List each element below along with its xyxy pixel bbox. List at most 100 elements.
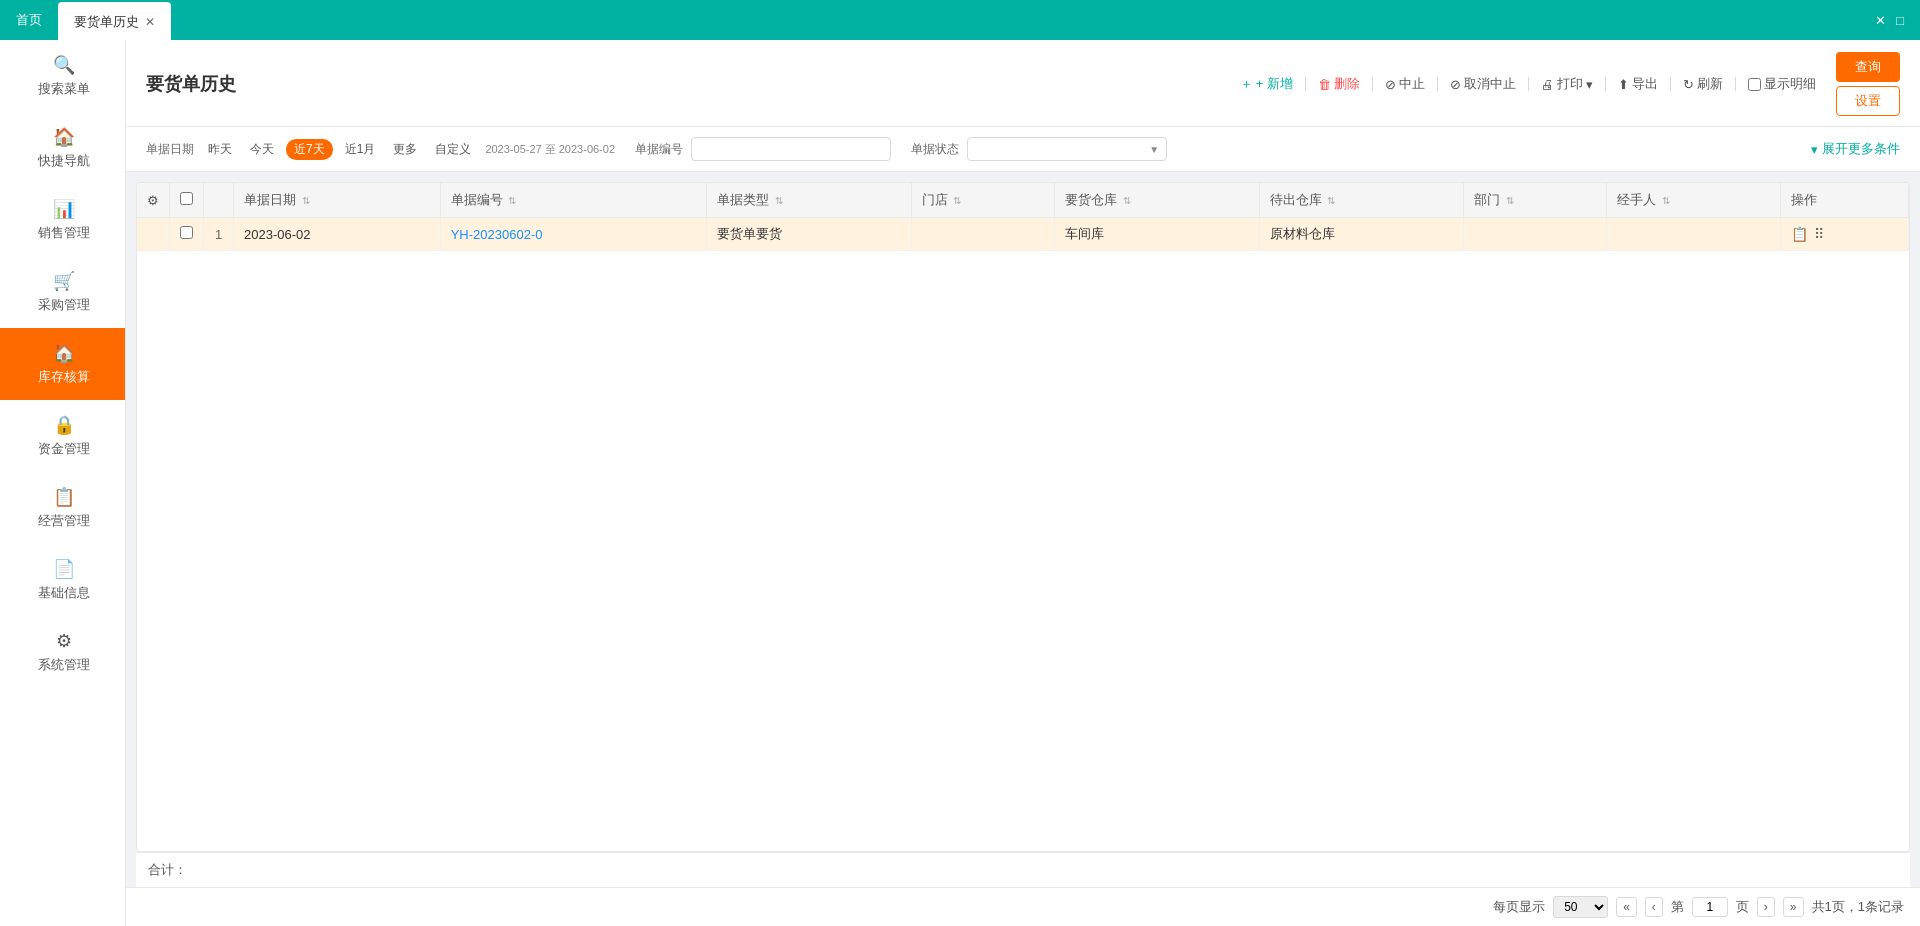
summary-label: 合计： — [148, 861, 187, 879]
query-button[interactable]: 查询 — [1836, 52, 1900, 82]
row-pending-warehouse: 原材料仓库 — [1259, 218, 1464, 251]
col-bill-date[interactable]: 单据日期 ⇅ — [234, 183, 441, 218]
row-edit-icon[interactable]: 📋 — [1791, 226, 1808, 242]
display-detail-button[interactable]: 显示明细 — [1748, 75, 1816, 93]
window-close-icon[interactable]: ✕ — [1875, 13, 1886, 28]
first-page-button[interactable]: « — [1616, 897, 1637, 917]
sidebar-item-search-menu[interactable]: 🔍 搜索菜单 — [0, 40, 125, 112]
row-bill-no: YH-20230602-0 — [440, 218, 706, 251]
add-button[interactable]: ＋ + 新增 — [1240, 75, 1293, 93]
stop-button[interactable]: ⊘ 中止 — [1385, 75, 1425, 93]
action-icons: 📋 ⠿ — [1791, 226, 1898, 242]
date-btn-today[interactable]: 今天 — [244, 139, 280, 160]
display-detail-checkbox[interactable] — [1748, 78, 1761, 91]
col-department[interactable]: 部门 ⇅ — [1464, 183, 1607, 218]
toolbar-divider-1 — [1305, 77, 1306, 91]
col-req-warehouse[interactable]: 要货仓库 ⇅ — [1054, 183, 1259, 218]
col-bill-no-label: 单据编号 — [451, 192, 503, 207]
col-bill-no[interactable]: 单据编号 ⇅ — [440, 183, 706, 218]
page-number-input[interactable] — [1692, 897, 1728, 917]
sort-bill-date-icon: ⇅ — [302, 195, 310, 206]
row-store — [911, 218, 1054, 251]
purchase-mgmt-icon: 🛒 — [53, 270, 75, 292]
sidebar-item-purchase-mgmt-label: 采购管理 — [38, 296, 90, 314]
date-btn-custom[interactable]: 自定义 — [429, 139, 477, 160]
page-header: 要货单历史 ＋ + 新增 🗑 删除 ⊘ 中止 — [126, 40, 1920, 127]
quick-nav-icon: 🏠 — [53, 126, 75, 148]
sidebar-item-basic-info-label: 基础信息 — [38, 584, 90, 602]
tab-home[interactable]: 首页 — [0, 0, 58, 40]
table-header-row: ⚙ 单据日期 ⇅ 单据编号 ⇅ — [137, 183, 1909, 218]
tab-requisition-history[interactable]: 要货单历史 ✕ — [58, 2, 171, 42]
sidebar-item-quick-nav[interactable]: 🏠 快捷导航 — [0, 112, 125, 184]
date-btn-yesterday[interactable]: 昨天 — [202, 139, 238, 160]
col-handler[interactable]: 经手人 ⇅ — [1607, 183, 1781, 218]
sidebar-item-purchase-mgmt[interactable]: 🛒 采购管理 — [0, 256, 125, 328]
export-button[interactable]: ⬆ 导出 — [1618, 75, 1658, 93]
row-checkbox[interactable] — [180, 226, 193, 239]
top-bar: 首页 要货单历史 ✕ ✕ □ — [0, 0, 1920, 40]
table-area: ⚙ 单据日期 ⇅ 单据编号 ⇅ — [136, 182, 1910, 852]
print-label: 打印 — [1557, 75, 1583, 93]
close-tab-icon[interactable]: ✕ — [145, 15, 155, 29]
select-all-checkbox[interactable] — [180, 192, 193, 205]
last-page-button[interactable]: » — [1783, 897, 1804, 917]
sort-store-icon: ⇅ — [953, 195, 961, 206]
sidebar-item-finance-mgmt[interactable]: 🔒 资金管理 — [0, 400, 125, 472]
col-checkbox — [170, 183, 204, 218]
col-bill-type[interactable]: 单据类型 ⇅ — [707, 183, 912, 218]
date-filter-options: 昨天 今天 近7天 近1月 更多 自定义 — [202, 139, 477, 160]
bill-no-input[interactable] — [691, 137, 891, 161]
toolbar-divider-2 — [1372, 77, 1373, 91]
sort-req-warehouse-icon: ⇅ — [1123, 195, 1131, 206]
next-page-button[interactable]: › — [1757, 897, 1775, 917]
delete-icon: 🗑 — [1318, 77, 1331, 92]
prev-page-button[interactable]: ‹ — [1645, 897, 1663, 917]
print-button[interactable]: 🖨 打印 ▾ — [1541, 75, 1593, 93]
stop-icon: ⊘ — [1385, 77, 1396, 92]
expand-more-label: 展开更多条件 — [1822, 140, 1900, 158]
main-layout: 🔍 搜索菜单 🏠 快捷导航 📊 销售管理 🛒 采购管理 🏠 库存核算 🔒 资金管… — [0, 40, 1920, 926]
col-store[interactable]: 门店 ⇅ — [911, 183, 1054, 218]
filter-row: 单据日期 昨天 今天 近7天 近1月 更多 自定义 2023-05-27 至 2… — [146, 137, 1900, 161]
sidebar-item-basic-info[interactable]: 📄 基础信息 — [0, 544, 125, 616]
top-bar-right: ✕ □ — [1875, 13, 1920, 28]
delete-button[interactable]: 🗑 删除 — [1318, 75, 1360, 93]
date-btn-1month[interactable]: 近1月 — [339, 139, 382, 160]
cancel-button[interactable]: ⊘ 取消中止 — [1450, 75, 1516, 93]
row-more-icon[interactable]: ⠿ — [1814, 226, 1824, 242]
settings-button[interactable]: 设置 — [1836, 86, 1900, 116]
col-pending-warehouse[interactable]: 待出仓库 ⇅ — [1259, 183, 1464, 218]
footer-summary-row: 合计： — [148, 861, 1898, 879]
sidebar: 🔍 搜索菜单 🏠 快捷导航 📊 销售管理 🛒 采购管理 🏠 库存核算 🔒 资金管… — [0, 40, 126, 926]
col-req-warehouse-label: 要货仓库 — [1065, 192, 1117, 207]
bill-no-filter-group: 单据编号 — [635, 137, 891, 161]
row-checkbox-col — [170, 218, 204, 251]
date-btn-7days[interactable]: 近7天 — [286, 139, 333, 160]
col-department-label: 部门 — [1474, 192, 1500, 207]
finance-mgmt-icon: 🔒 — [53, 414, 75, 436]
tab-bar: 首页 要货单历史 ✕ — [0, 0, 1875, 40]
col-settings[interactable]: ⚙ — [137, 183, 170, 218]
expand-more-btn[interactable]: ▾ 展开更多条件 — [1811, 140, 1900, 158]
bill-no-link[interactable]: YH-20230602-0 — [451, 227, 543, 242]
page-size-label: 每页显示 — [1493, 898, 1545, 916]
sort-bill-type-icon: ⇅ — [775, 195, 783, 206]
date-btn-more[interactable]: 更多 — [387, 139, 423, 160]
refresh-button[interactable]: ↻ 刷新 — [1683, 75, 1723, 93]
sidebar-item-search-menu-label: 搜索菜单 — [38, 80, 90, 98]
inventory-calc-icon: 🏠 — [53, 342, 75, 364]
window-maximize-icon[interactable]: □ — [1896, 13, 1904, 28]
tab-requisition-history-label: 要货单历史 — [74, 13, 139, 31]
sidebar-item-sales-mgmt[interactable]: 📊 销售管理 — [0, 184, 125, 256]
sidebar-item-system-mgmt[interactable]: ⚙ 系统管理 — [0, 616, 125, 688]
display-detail-label: 显示明细 — [1764, 75, 1816, 93]
toolbar-divider-3 — [1437, 77, 1438, 91]
toolbar: ＋ + 新增 🗑 删除 ⊘ 中止 ⊘ — [1240, 52, 1900, 116]
col-action-label: 操作 — [1791, 192, 1817, 207]
sidebar-item-operations-mgmt[interactable]: 📋 经营管理 — [0, 472, 125, 544]
sidebar-item-inventory-calc[interactable]: 🏠 库存核算 — [0, 328, 125, 400]
cancel-icon: ⊘ — [1450, 77, 1461, 92]
status-select[interactable] — [967, 137, 1167, 161]
page-size-select[interactable]: 50 20 100 — [1553, 896, 1608, 918]
